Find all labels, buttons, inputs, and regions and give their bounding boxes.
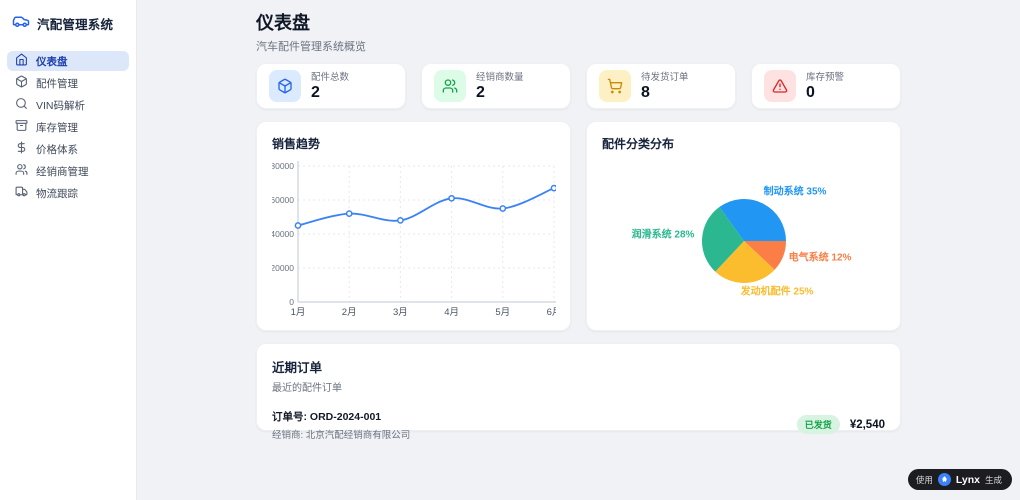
svg-text:6月: 6月 <box>547 307 556 318</box>
svg-text:20000: 20000 <box>272 263 294 273</box>
stat-label: 库存预警 <box>806 72 845 84</box>
order-row: 订单号: ORD-2024-001 经销商: 北京汽配经销商有限公司 已发货 ¥2,5… <box>272 409 885 441</box>
svg-text:1月: 1月 <box>291 307 306 318</box>
stat-label: 经销商数量 <box>476 72 524 84</box>
package-icon <box>269 69 301 102</box>
package-icon <box>15 75 28 91</box>
order-status-badge: 已发货 <box>796 415 840 435</box>
stat-card-0: 配件总数 2 <box>256 62 406 109</box>
pie-slice-label: 发动机配件 25% <box>740 286 814 298</box>
sidebar-item-5[interactable]: 经销商管理 <box>7 161 129 181</box>
svg-text:5月: 5月 <box>495 307 510 318</box>
app-logo: 汽配管理系统 <box>0 0 136 45</box>
sidebar-item-label: 价格体系 <box>36 143 78 156</box>
svg-text:4月: 4月 <box>444 307 459 318</box>
lynx-generated-badge[interactable]: 使用 Lynx 生成 <box>907 469 1012 490</box>
svg-text:40000: 40000 <box>272 229 294 239</box>
order-amount: ¥2,540 <box>849 418 885 431</box>
recent-orders-card: 近期订单 最近的配件订单 订单号: ORD-2024-001 经销商: 北京汽配经… <box>256 342 901 441</box>
svg-text:0: 0 <box>289 297 294 307</box>
category-distribution-title: 配件分类分布 <box>602 136 675 151</box>
sidebar-item-label: 物流跟踪 <box>36 187 78 200</box>
sidebar-item-label: 仪表盘 <box>36 55 68 68</box>
sidebar-item-6[interactable]: 物流跟踪 <box>7 183 129 203</box>
sales-trend-title: 销售趋势 <box>272 136 321 151</box>
truck-icon <box>15 185 28 201</box>
stat-card-2: 待发货订单 8 <box>586 62 736 109</box>
sidebar: 汽配管理系统 仪表盘配件管理 VIN码解析 库存管理价格体系经销商管理物流跟踪 <box>0 0 137 500</box>
sidebar-item-label: VIN码解析 <box>36 99 86 112</box>
sidebar-item-label: 配件管理 <box>36 77 78 90</box>
order-number: 订单号: ORD-2024-001 <box>272 410 382 423</box>
users-icon <box>434 69 466 102</box>
badge-brand: Lynx <box>955 473 980 486</box>
category-distribution-card: 配件分类分布 制动系统 35% 电气系统 12% 发动机配件 25% 润滑系统 28% <box>586 120 901 331</box>
page-subtitle: 汽车配件管理系统概览 <box>256 40 366 53</box>
page-title: 仪表盘 <box>256 13 310 33</box>
sidebar-nav: 仪表盘配件管理 VIN码解析 库存管理价格体系经销商管理物流跟踪 <box>0 45 136 203</box>
stat-value: 2 <box>476 84 485 102</box>
stat-label: 待发货订单 <box>641 72 689 84</box>
svg-text:60000: 60000 <box>272 195 294 205</box>
search-icon <box>15 97 28 113</box>
order-dealer: 经销商: 北京汽配经销商有限公司 <box>272 429 411 441</box>
recent-orders-title: 近期订单 <box>272 360 323 375</box>
order-rows: 订单号: ORD-2024-001 经销商: 北京汽配经销商有限公司 已发货 ¥2,5… <box>272 409 885 441</box>
svg-text:80000: 80000 <box>272 161 294 171</box>
pie-slice-label: 制动系统 35% <box>763 186 827 198</box>
sidebar-item-0[interactable]: 仪表盘 <box>7 51 129 71</box>
app-title: 汽配管理系统 <box>37 18 114 32</box>
stat-value: 0 <box>806 84 815 102</box>
pie-slice-label: 润滑系统 28% <box>631 229 695 241</box>
svg-text:2月: 2月 <box>342 307 357 318</box>
stat-value: 8 <box>641 84 650 102</box>
sidebar-item-label: 库存管理 <box>36 121 78 134</box>
recent-orders-subtitle: 最近的配件订单 <box>272 382 342 394</box>
users-icon <box>15 163 28 179</box>
stat-label: 配件总数 <box>311 72 350 84</box>
sidebar-item-4[interactable]: 价格体系 <box>7 139 129 159</box>
sidebar-item-label: 经销商管理 <box>36 165 89 178</box>
dollar-icon <box>15 141 28 157</box>
stat-value: 2 <box>311 84 320 102</box>
badge-prefix: 使用 <box>915 474 933 485</box>
badge-suffix: 生成 <box>984 474 1002 485</box>
main-area: 仪表盘 汽车配件管理系统概览 配件总数 2 经销商数量 2 待发货订单 8 库存预警 0 销售… <box>137 0 1020 500</box>
stat-card-3: 库存预警 0 <box>751 62 901 109</box>
svg-text:3月: 3月 <box>393 307 408 318</box>
cart-icon <box>599 69 631 102</box>
sidebar-item-2[interactable]: VIN码解析 <box>7 95 129 115</box>
sidebar-item-1[interactable]: 配件管理 <box>7 73 129 93</box>
stat-card-1: 经销商数量 2 <box>421 62 571 109</box>
car-icon <box>12 12 30 35</box>
sales-trend-line-chart: 0 20000 40000 60000 80000 1月 2月 3月 4月 5月 6月 <box>270 160 561 318</box>
archive-icon <box>15 119 28 135</box>
pie-slice-label: 电气系统 12% <box>788 252 852 264</box>
sales-trend-card: 销售趋势 0 20000 40000 60000 80000 1月 2月 3月 4月 5月 6月 <box>256 120 571 331</box>
category-pie-chart <box>702 198 786 283</box>
sidebar-item-3[interactable]: 库存管理 <box>7 117 129 137</box>
lynx-logo-icon <box>937 473 951 486</box>
stats-row: 配件总数 2 经销商数量 2 待发货订单 8 库存预警 0 <box>256 62 901 109</box>
home-icon <box>15 53 28 69</box>
alert-triangle-icon <box>764 69 796 102</box>
